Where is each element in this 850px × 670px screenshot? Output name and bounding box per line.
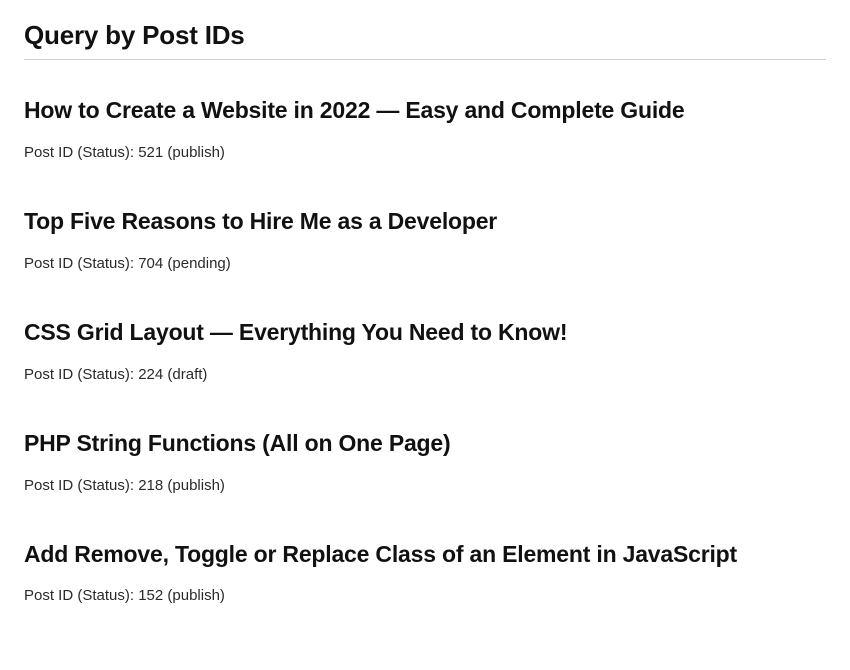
meta-value: 224 (draft): [138, 366, 207, 383]
post-item: Top Five Reasons to Hire Me as a Develop…: [24, 207, 826, 272]
page-title: Query by Post IDs: [24, 20, 826, 60]
post-meta: Post ID (Status): 152 (publish): [24, 587, 826, 604]
meta-value: 521 (publish): [138, 144, 225, 161]
post-title: Add Remove, Toggle or Replace Class of a…: [24, 540, 826, 570]
post-item: How to Create a Website in 2022 — Easy a…: [24, 96, 826, 161]
meta-label: Post ID (Status):: [24, 366, 138, 383]
meta-value: 218 (publish): [138, 477, 225, 494]
post-title: How to Create a Website in 2022 — Easy a…: [24, 96, 826, 126]
meta-label: Post ID (Status):: [24, 144, 138, 161]
post-item: CSS Grid Layout — Everything You Need to…: [24, 318, 826, 383]
meta-label: Post ID (Status):: [24, 587, 138, 604]
post-title: Top Five Reasons to Hire Me as a Develop…: [24, 207, 826, 237]
post-title: PHP String Functions (All on One Page): [24, 429, 826, 459]
post-meta: Post ID (Status): 224 (draft): [24, 366, 826, 383]
post-meta: Post ID (Status): 218 (publish): [24, 477, 826, 494]
post-meta: Post ID (Status): 521 (publish): [24, 144, 826, 161]
meta-label: Post ID (Status):: [24, 477, 138, 494]
meta-value: 704 (pending): [138, 255, 231, 272]
meta-value: 152 (publish): [138, 587, 225, 604]
post-item: PHP String Functions (All on One Page) P…: [24, 429, 826, 494]
post-item: Add Remove, Toggle or Replace Class of a…: [24, 540, 826, 605]
post-meta: Post ID (Status): 704 (pending): [24, 255, 826, 272]
post-title: CSS Grid Layout — Everything You Need to…: [24, 318, 826, 348]
meta-label: Post ID (Status):: [24, 255, 138, 272]
